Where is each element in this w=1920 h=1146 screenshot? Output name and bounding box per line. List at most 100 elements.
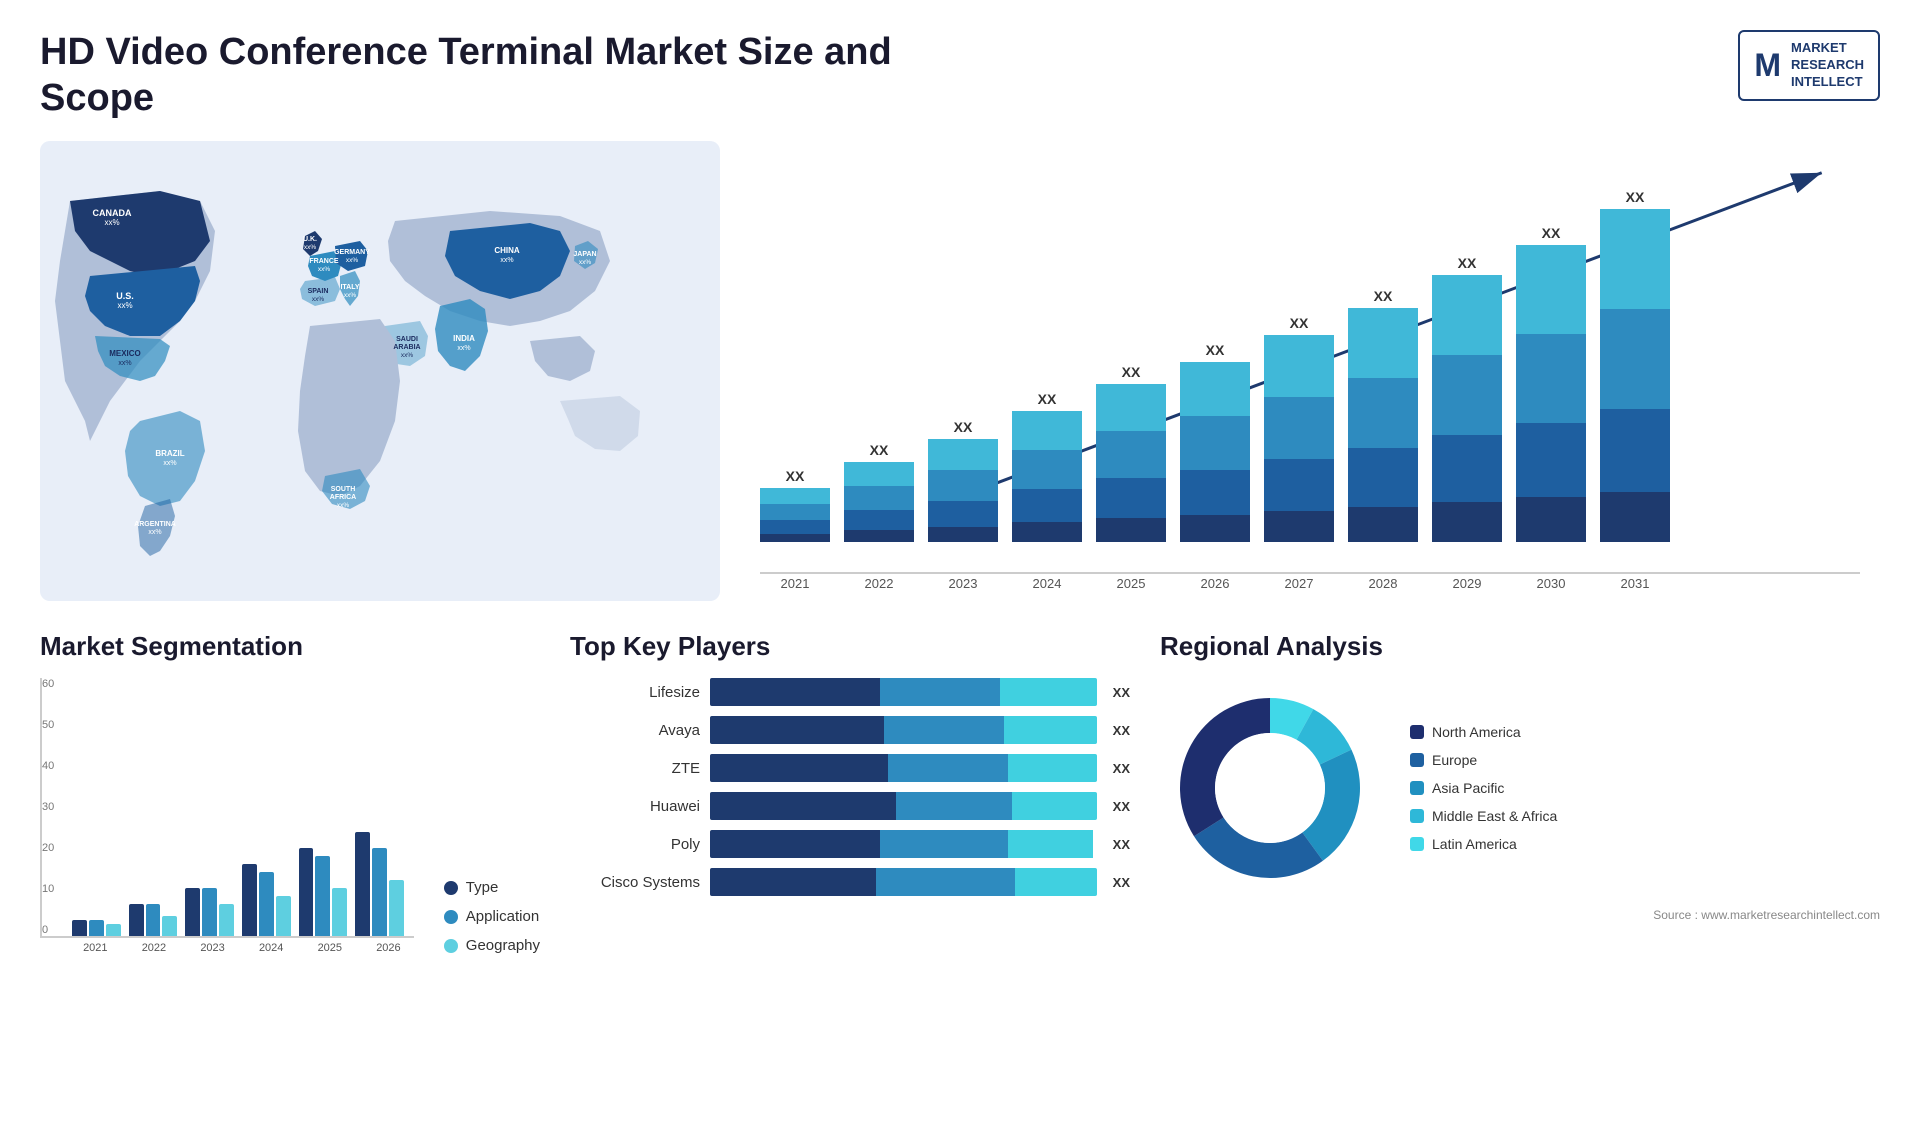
bar-segment: [1096, 431, 1166, 478]
svg-text:FRANCE: FRANCE: [309, 258, 338, 265]
map-svg: CANADA xx% U.S. xx% MEXICO xx% BRAZIL xx…: [40, 141, 720, 601]
bar-segment: [760, 520, 830, 534]
page-title: HD Video Conference Terminal Market Size…: [40, 30, 940, 121]
seg-bar-group-2024: [242, 864, 291, 936]
bar-segment: [1012, 522, 1082, 542]
bar-group-2021: XX: [760, 468, 830, 542]
bar-segment: [844, 462, 914, 486]
player-bar-segment: [888, 754, 1008, 782]
bar-xx-label: XX: [870, 442, 889, 458]
bar-segment: [1516, 334, 1586, 423]
bar-segment: [1180, 416, 1250, 470]
player-bar-segment: [880, 678, 1000, 706]
bar-segment: [1600, 409, 1670, 492]
player-xx-label: XX: [1113, 761, 1130, 776]
player-bar-segment: [1008, 754, 1097, 782]
seg-bar: [332, 888, 347, 936]
seg-bar: [72, 920, 87, 936]
bar-segment: [1264, 335, 1334, 397]
chart-x-labels: 2021202220232024202520262027202820292030…: [760, 576, 1860, 591]
svg-text:xx%: xx%: [304, 244, 317, 251]
legend-label: Application: [466, 908, 539, 925]
bar-segment: [1264, 397, 1334, 459]
bar-segment: [1348, 448, 1418, 507]
player-name: Huawei: [570, 798, 700, 815]
players-chart: LifesizeXXAvayaXXZTEXXHuaweiXXPolyXXCisc…: [570, 678, 1130, 896]
chart-x-label: 2025: [1096, 576, 1166, 591]
bar-segment: [844, 530, 914, 542]
player-name: Avaya: [570, 722, 700, 739]
chart-x-label: 2021: [760, 576, 830, 591]
svg-text:ARGENTINA: ARGENTINA: [134, 521, 176, 528]
seg-bar: [219, 904, 234, 936]
seg-bar: [389, 880, 404, 936]
legend-dot: [444, 881, 458, 895]
player-row: HuaweiXX: [570, 792, 1130, 820]
bar-segment: [928, 439, 998, 470]
bar-segment: [928, 501, 998, 527]
donut-center: [1215, 733, 1325, 843]
player-bar-segment: [710, 716, 884, 744]
svg-text:xx%: xx%: [500, 257, 513, 264]
bar-group-2028: XX: [1348, 288, 1418, 542]
bar-segment: [1432, 355, 1502, 435]
player-bar-wrap: [710, 716, 1097, 744]
player-bar-segment: [880, 830, 1008, 858]
bar-segment: [1348, 507, 1418, 542]
seg-bar: [89, 920, 104, 936]
seg-y-labels: 0 10 20 30 40 50 60: [42, 678, 54, 936]
seg-legend-item: Application: [444, 908, 540, 925]
bar-stack: [1096, 384, 1166, 542]
seg-bar: [355, 832, 370, 936]
world-map: CANADA xx% U.S. xx% MEXICO xx% BRAZIL xx…: [40, 141, 720, 601]
seg-bar-group-2025: [299, 848, 348, 936]
seg-bar: [315, 856, 330, 936]
player-row: PolyXX: [570, 830, 1130, 858]
bar-stack: [928, 439, 998, 542]
logo-letter: M: [1754, 47, 1781, 84]
player-bar-segment: [1012, 792, 1097, 820]
bar-segment: [1516, 245, 1586, 334]
bar-xx-label: XX: [1374, 288, 1393, 304]
bar-segment: [1432, 275, 1502, 355]
svg-text:U.S.: U.S.: [116, 291, 134, 301]
logo: M MARKET RESEARCH INTELLECT: [1738, 30, 1880, 101]
page-header: HD Video Conference Terminal Market Size…: [40, 30, 1880, 121]
svg-text:ITALY: ITALY: [340, 284, 359, 291]
bar-segment: [844, 510, 914, 530]
bar-group-2022: XX: [844, 442, 914, 542]
seg-bar: [129, 904, 144, 936]
chart-x-label: 2026: [1180, 576, 1250, 591]
svg-text:BRAZIL: BRAZIL: [155, 449, 184, 458]
bar-segment: [1348, 378, 1418, 448]
player-row: ZTEXX: [570, 754, 1130, 782]
reg-legend-dot: [1410, 753, 1424, 767]
svg-text:xx%: xx%: [337, 502, 350, 509]
player-bar-segment: [1000, 678, 1097, 706]
bar-xx-label: XX: [1122, 364, 1141, 380]
seg-bar: [299, 848, 314, 936]
chart-x-label: 2027: [1264, 576, 1334, 591]
bar-xx-label: XX: [1206, 342, 1225, 358]
player-bar-segment: [710, 792, 896, 820]
players-section: Top Key Players LifesizeXXAvayaXXZTEXXHu…: [570, 631, 1130, 954]
bar-segment: [1012, 489, 1082, 522]
legend-label: Type: [466, 879, 499, 896]
bar-stack: [1264, 335, 1334, 542]
bar-segment: [1180, 515, 1250, 542]
regional-section: Regional Analysis North AmericaEuropeAsi…: [1160, 631, 1880, 954]
svg-text:CHINA: CHINA: [494, 246, 520, 255]
bar-stack: [844, 462, 914, 542]
bar-stack: [1432, 275, 1502, 542]
svg-text:xx%: xx%: [401, 352, 414, 359]
bar-segment: [1348, 308, 1418, 378]
seg-x-label: 2024: [246, 942, 297, 954]
svg-text:xx%: xx%: [457, 345, 470, 352]
regional-legend: North AmericaEuropeAsia PacificMiddle Ea…: [1410, 724, 1557, 852]
segmentation-section: Market Segmentation 0 10 20 30 40 50 60 …: [40, 631, 540, 954]
reg-legend-item: Europe: [1410, 752, 1557, 768]
svg-text:GERMANY: GERMANY: [334, 249, 370, 256]
player-bar-segment: [710, 830, 880, 858]
player-xx-label: XX: [1113, 875, 1130, 890]
reg-legend-label: Latin America: [1432, 836, 1517, 852]
